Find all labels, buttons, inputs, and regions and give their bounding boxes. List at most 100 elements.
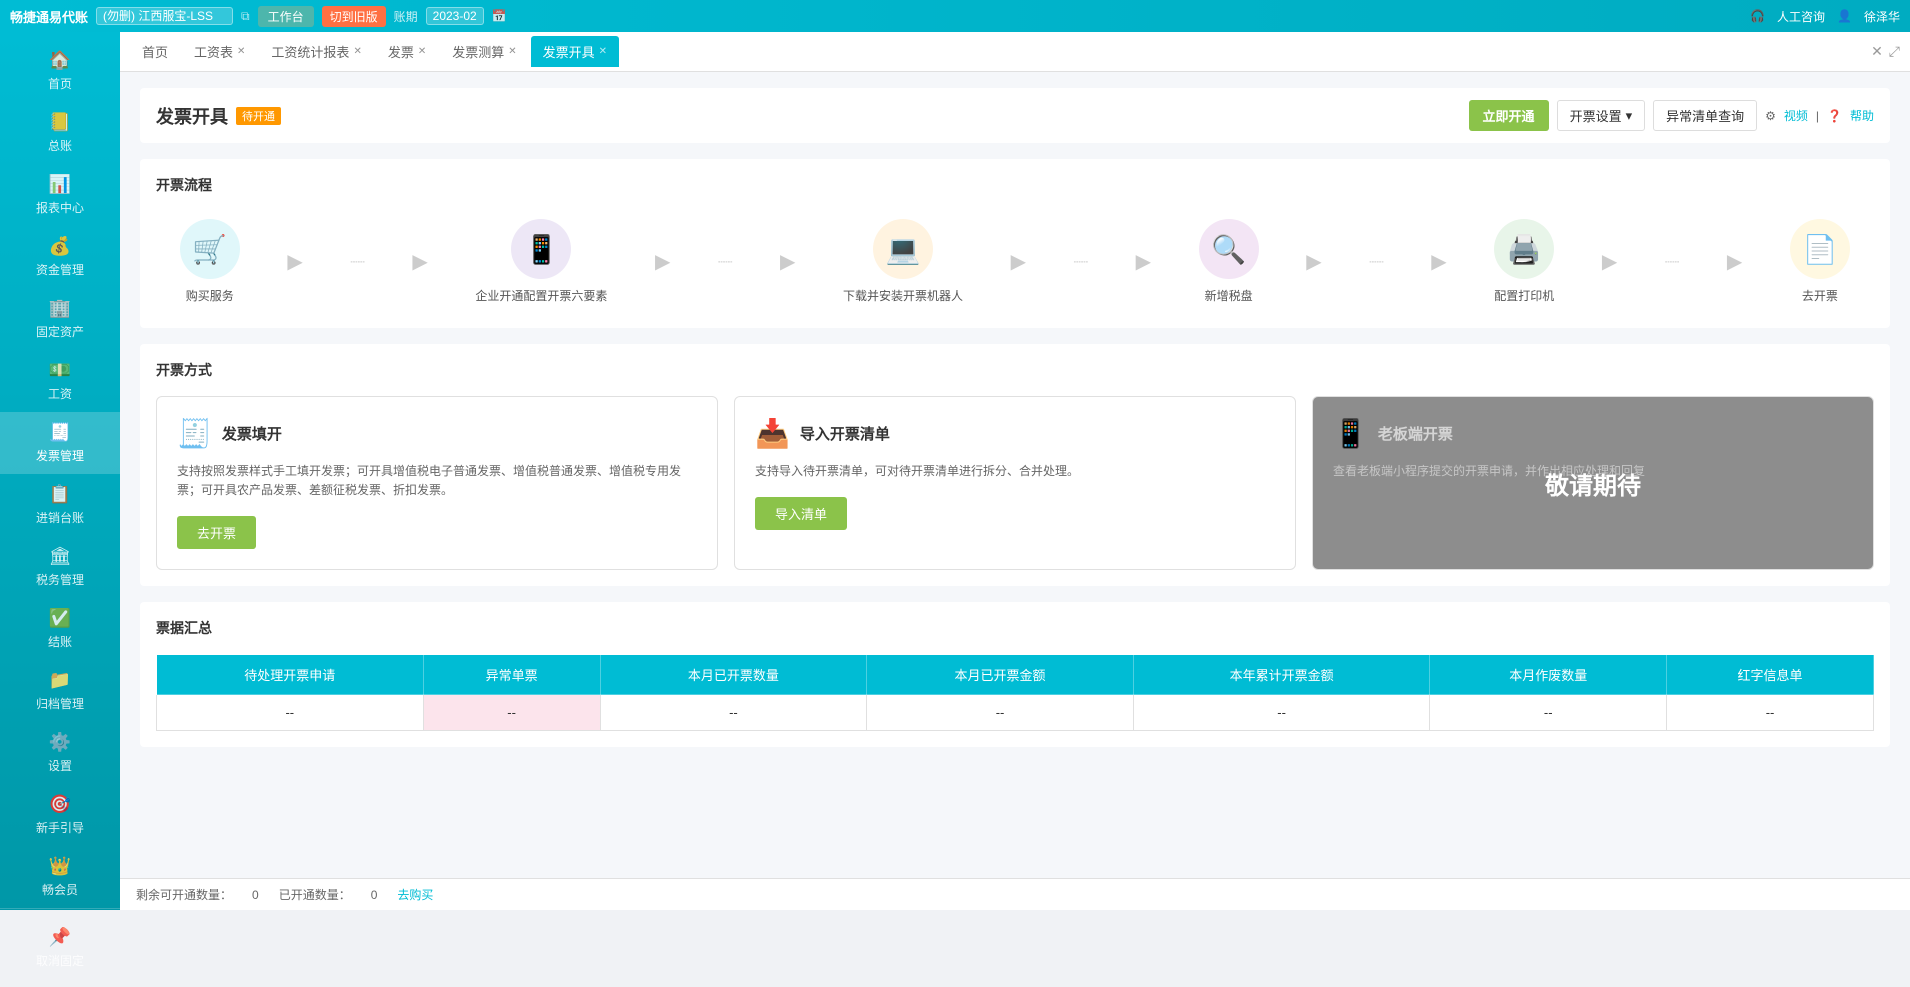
cell-month-count: -- bbox=[600, 695, 867, 731]
tab-invoice-calc-close[interactable]: ✕ bbox=[508, 46, 516, 57]
tab-invoice-label: 发票 bbox=[388, 42, 414, 61]
settings-circle-icon: ⚙ bbox=[1765, 109, 1776, 123]
tax-icon: 🏛 bbox=[49, 546, 72, 567]
tab-salary-table[interactable]: 工资表 ✕ bbox=[182, 36, 257, 67]
archive-icon: 📁 bbox=[49, 670, 71, 691]
flow-arrow-1: ▶ bbox=[287, 249, 302, 274]
sidebar-label-tax: 税务管理 bbox=[36, 571, 84, 588]
sidebar-label-settings: 设置 bbox=[48, 757, 72, 774]
tab-bar-right: ✕ ⤢ bbox=[1871, 43, 1900, 60]
bottom-bar: 剩余可开通数量： 0 已开通数量： 0 去购买 bbox=[120, 878, 1910, 910]
method-card-import: 📥 导入开票清单 支持导入待开票清单，可对待开票清单进行拆分、合并处理。 导入清… bbox=[734, 396, 1296, 570]
flow-step-printer[interactable]: 🖨️ 配置打印机 bbox=[1494, 219, 1554, 304]
sidebar-item-guide[interactable]: 🎯 新手引导 bbox=[0, 784, 120, 846]
salary-icon: 💵 bbox=[49, 360, 71, 381]
go-issue-button[interactable]: 去开票 bbox=[177, 516, 256, 549]
tab-invoice-issue[interactable]: 发票开具 ✕ bbox=[531, 36, 619, 67]
configure-icon: 📱 bbox=[524, 233, 559, 266]
help-label[interactable]: 帮助 bbox=[1850, 107, 1874, 124]
top-bar: 畅捷通易代账 (勿删) 江西服宝-LSS ⧉ 工作台 切到旧版 账期 2023-… bbox=[0, 0, 1910, 32]
sidebar-item-unpin[interactable]: 📌 取消固定 bbox=[0, 917, 120, 979]
cell-abnormal: -- bbox=[423, 695, 600, 731]
copy-icon[interactable]: ⧉ bbox=[241, 9, 250, 24]
tab-invoice-close[interactable]: ✕ bbox=[418, 46, 426, 57]
tab-salary-report-close[interactable]: ✕ bbox=[353, 46, 361, 57]
page-header: 发票开具 待开通 立即开通 开票设置 ▾ 异常清单查询 ⚙ 视频 | ❓ bbox=[140, 88, 1890, 143]
taxdisk-icon: 🔍 bbox=[1211, 233, 1246, 266]
back-button[interactable]: 切到旧版 bbox=[322, 6, 386, 27]
tab-invoice-calc[interactable]: 发票测算 ✕ bbox=[440, 36, 528, 67]
immediate-open-button[interactable]: 立即开通 bbox=[1469, 100, 1549, 131]
closing-icon: ✅ bbox=[49, 608, 71, 629]
manual-card-title: 发票填开 bbox=[222, 423, 282, 444]
workspace-button[interactable]: 工作台 bbox=[258, 6, 314, 27]
flow-arrow-2b: ▶ bbox=[780, 249, 795, 274]
methods-section-title: 开票方式 bbox=[156, 360, 1874, 380]
main-area: 首页 工资表 ✕ 工资统计报表 ✕ 发票 ✕ 发票测算 ✕ 发票开具 ✕ bbox=[120, 32, 1910, 910]
tab-home[interactable]: 首页 bbox=[130, 36, 180, 67]
settings-button[interactable]: 开票设置 ▾ bbox=[1557, 100, 1646, 131]
sidebar-item-invoice[interactable]: 🧾 发票管理 bbox=[0, 412, 120, 474]
tab-salary-table-close[interactable]: ✕ bbox=[237, 46, 245, 57]
sidebar-item-salary[interactable]: 💵 工资 bbox=[0, 350, 120, 412]
flow-arrow-4: ▶ bbox=[1306, 249, 1321, 274]
flow-step-printer-label: 配置打印机 bbox=[1494, 287, 1554, 304]
settings-button-label: 开票设置 bbox=[1570, 106, 1622, 125]
col-abnormal: 异常单票 bbox=[423, 655, 600, 695]
flow-step-issue[interactable]: 📄 去开票 bbox=[1790, 219, 1850, 304]
invoice-icon: 🧾 bbox=[49, 422, 71, 443]
sidebar-item-home[interactable]: 🏠 首页 bbox=[0, 40, 120, 102]
period-value[interactable]: 2023-02 bbox=[426, 7, 484, 25]
sidebar-item-settings[interactable]: ⚙️ 设置 bbox=[0, 722, 120, 784]
cell-pending: -- bbox=[157, 695, 424, 731]
reports-icon: 📊 bbox=[49, 174, 71, 195]
home-icon: 🏠 bbox=[49, 50, 71, 71]
sidebar-item-closing[interactable]: ✅ 结账 bbox=[0, 598, 120, 660]
sidebar-item-ledger[interactable]: 📒 总账 bbox=[0, 102, 120, 164]
sidebar-item-inout[interactable]: 📋 进销台账 bbox=[0, 474, 120, 536]
sidebar-label-inout: 进销台账 bbox=[36, 509, 84, 526]
sidebar-item-tax[interactable]: 🏛 税务管理 bbox=[0, 536, 120, 598]
flow-step-dotted-4: ┄┄ bbox=[1369, 255, 1383, 269]
sidebar-item-member[interactable]: 👑 畅会员 bbox=[0, 846, 120, 908]
sidebar-item-funds[interactable]: 💰 资金管理 bbox=[0, 226, 120, 288]
sidebar-item-assets[interactable]: 🏢 固定资产 bbox=[0, 288, 120, 350]
method-card-manual-header: 🧾 发票填开 bbox=[177, 417, 697, 450]
period-label: 账期 bbox=[394, 8, 418, 25]
user-service-icon: 🎧 bbox=[1750, 9, 1765, 23]
calendar-icon[interactable]: 📅 bbox=[492, 9, 507, 23]
flow-step-download[interactable]: 💻 下载并安装开票机器人 bbox=[843, 219, 963, 304]
sidebar-item-archive[interactable]: 📁 归档管理 bbox=[0, 660, 120, 722]
user-service-label[interactable]: 人工咨询 bbox=[1777, 8, 1825, 25]
abnormal-query-button[interactable]: 异常清单查询 bbox=[1653, 100, 1757, 131]
ledger-icon: 📒 bbox=[49, 112, 71, 133]
cell-void-count: -- bbox=[1430, 695, 1667, 731]
flow-step-download-label: 下载并安装开票机器人 bbox=[843, 287, 963, 304]
buy-link[interactable]: 去购买 bbox=[397, 886, 433, 903]
cell-year-amount: -- bbox=[1133, 695, 1430, 731]
col-month-count: 本月已开票数量 bbox=[600, 655, 867, 695]
flow-step-configure[interactable]: 📱 企业开通配置开票六要素 bbox=[475, 219, 607, 304]
tab-invoice[interactable]: 发票 ✕ bbox=[376, 36, 438, 67]
tab-home-label: 首页 bbox=[142, 42, 168, 61]
opened-value: 0 bbox=[371, 888, 378, 902]
company-select[interactable]: (勿删) 江西服宝-LSS bbox=[96, 7, 233, 25]
sidebar-label-home: 首页 bbox=[48, 75, 72, 92]
sidebar-item-reports[interactable]: 📊 报表中心 bbox=[0, 164, 120, 226]
user-name[interactable]: 徐泽华 bbox=[1864, 8, 1900, 25]
flow-steps: 🛒 购买服务 ▶ ┄┄ ▶ 📱 企业开通配置开票六要素 ▶ ┄┄ bbox=[156, 211, 1874, 312]
tab-close-all-button[interactable]: ✕ bbox=[1871, 43, 1883, 60]
tab-restore-button[interactable]: ⤢ bbox=[1889, 43, 1900, 60]
sidebar-label-invoice: 发票管理 bbox=[36, 447, 84, 464]
view-label[interactable]: 视频 bbox=[1784, 107, 1808, 124]
flow-step-buy[interactable]: 🛒 购买服务 bbox=[180, 219, 240, 304]
import-list-button[interactable]: 导入清单 bbox=[755, 497, 847, 530]
tab-salary-report[interactable]: 工资统计报表 ✕ bbox=[259, 36, 373, 67]
sidebar-label-salary: 工资 bbox=[48, 385, 72, 402]
tab-invoice-issue-close[interactable]: ✕ bbox=[599, 46, 607, 57]
user-avatar-icon: 👤 bbox=[1837, 9, 1852, 23]
cell-month-amount: -- bbox=[867, 695, 1134, 731]
flow-section-title: 开票流程 bbox=[156, 175, 1874, 195]
sidebar-label-closing: 结账 bbox=[48, 633, 72, 650]
flow-step-taxdisk[interactable]: 🔍 新增税盘 bbox=[1199, 219, 1259, 304]
